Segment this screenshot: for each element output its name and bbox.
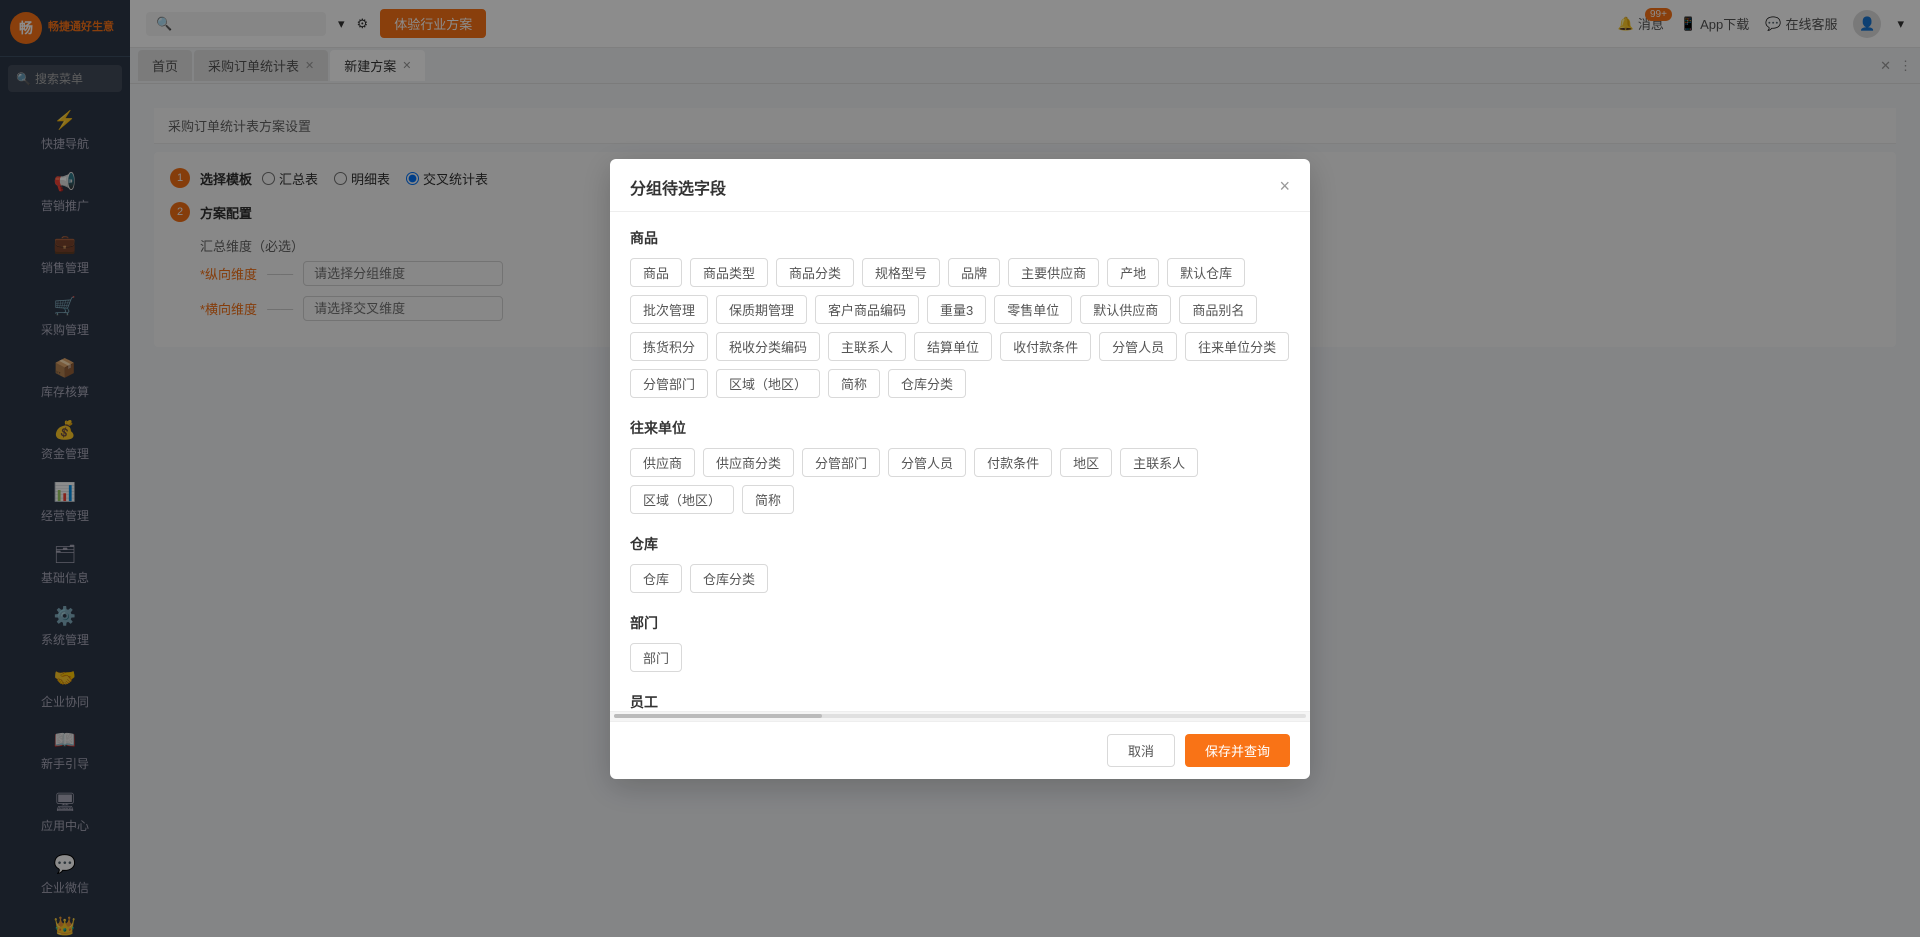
dialog-footer: 取消 保存并查询	[610, 721, 1310, 779]
section-title-employee: 员工	[630, 692, 1290, 712]
field-tag-product-14[interactable]: 商品别名	[1179, 295, 1257, 324]
section-title-department: 部门	[630, 613, 1290, 633]
field-tag-partner-6[interactable]: 主联系人	[1120, 448, 1198, 477]
field-tag-partner-4[interactable]: 付款条件	[974, 448, 1052, 477]
section-title-product: 商品	[630, 228, 1290, 248]
field-tags-department: 部门	[630, 643, 1290, 672]
field-tag-department-0[interactable]: 部门	[630, 643, 682, 672]
dialog-overlay: 分组待选字段 × 商品商品商品类型商品分类规格型号品牌主要供应商产地默认仓库批次…	[0, 0, 1920, 937]
field-tag-product-1[interactable]: 商品类型	[690, 258, 768, 287]
field-tag-product-15[interactable]: 拣货积分	[630, 332, 708, 361]
field-tag-product-7[interactable]: 默认仓库	[1167, 258, 1245, 287]
field-tag-product-17[interactable]: 主联系人	[828, 332, 906, 361]
field-tag-partner-1[interactable]: 供应商分类	[703, 448, 794, 477]
dialog-body: 商品商品商品类型商品分类规格型号品牌主要供应商产地默认仓库批次管理保质期管理客户…	[610, 212, 1310, 712]
field-tag-partner-5[interactable]: 地区	[1060, 448, 1112, 477]
field-tag-partner-2[interactable]: 分管部门	[802, 448, 880, 477]
field-section-warehouse: 仓库仓库仓库分类	[630, 534, 1290, 593]
field-tag-product-10[interactable]: 客户商品编码	[815, 295, 919, 324]
field-tag-partner-0[interactable]: 供应商	[630, 448, 695, 477]
field-tag-product-5[interactable]: 主要供应商	[1008, 258, 1099, 287]
field-tag-partner-3[interactable]: 分管人员	[888, 448, 966, 477]
field-tag-partner-7[interactable]: 区域（地区）	[630, 485, 734, 514]
field-tag-product-20[interactable]: 分管人员	[1099, 332, 1177, 361]
section-title-warehouse: 仓库	[630, 534, 1290, 554]
field-tag-product-13[interactable]: 默认供应商	[1080, 295, 1171, 324]
field-tags-partner: 供应商供应商分类分管部门分管人员付款条件地区主联系人区域（地区） 简称	[630, 448, 1290, 514]
field-tag-product-9[interactable]: 保质期管理	[716, 295, 807, 324]
field-tag-warehouse-0[interactable]: 仓库	[630, 564, 682, 593]
field-select-dialog: 分组待选字段 × 商品商品商品类型商品分类规格型号品牌主要供应商产地默认仓库批次…	[610, 159, 1310, 779]
field-tag-product-24[interactable]: 简称	[828, 369, 880, 398]
hscroll-track	[614, 714, 1306, 718]
confirm-button[interactable]: 保存并查询	[1185, 734, 1290, 767]
field-tag-product-6[interactable]: 产地	[1107, 258, 1159, 287]
field-tag-product-22[interactable]: 分管部门	[630, 369, 708, 398]
dialog-horizontal-scrollbar[interactable]	[610, 711, 1310, 720]
field-tag-product-0[interactable]: 商品	[630, 258, 682, 287]
field-tag-warehouse-1[interactable]: 仓库分类	[690, 564, 768, 593]
field-tag-partner-8[interactable]: 简称	[742, 485, 794, 514]
dialog-header: 分组待选字段 ×	[610, 159, 1310, 212]
field-tags-product: 商品商品类型商品分类规格型号品牌主要供应商产地默认仓库批次管理保质期管理客户商品…	[630, 258, 1290, 398]
field-section-product: 商品商品商品类型商品分类规格型号品牌主要供应商产地默认仓库批次管理保质期管理客户…	[630, 228, 1290, 398]
dialog-close-button[interactable]: ×	[1279, 176, 1290, 197]
field-tag-product-21[interactable]: 往来单位分类	[1185, 332, 1289, 361]
field-tag-product-8[interactable]: 批次管理	[630, 295, 708, 324]
field-tag-product-4[interactable]: 品牌	[948, 258, 1000, 287]
dialog-title: 分组待选字段	[630, 175, 726, 199]
field-section-department: 部门部门	[630, 613, 1290, 672]
field-tag-product-25[interactable]: 仓库分类	[888, 369, 966, 398]
field-tag-product-16[interactable]: 税收分类编码	[716, 332, 820, 361]
section-title-partner: 往来单位	[630, 418, 1290, 438]
field-tag-product-23[interactable]: 区域（地区）	[716, 369, 820, 398]
field-section-partner: 往来单位供应商供应商分类分管部门分管人员付款条件地区主联系人区域（地区） 简称	[630, 418, 1290, 514]
field-tag-product-11[interactable]: 重量3	[927, 295, 986, 324]
field-tag-product-19[interactable]: 收付款条件	[1000, 332, 1091, 361]
field-tag-product-3[interactable]: 规格型号	[862, 258, 940, 287]
hscroll-thumb	[614, 714, 822, 718]
field-tag-product-18[interactable]: 结算单位	[914, 332, 992, 361]
field-tags-warehouse: 仓库仓库分类	[630, 564, 1290, 593]
field-tag-product-12[interactable]: 零售单位	[994, 295, 1072, 324]
cancel-button[interactable]: 取消	[1107, 734, 1175, 767]
field-tag-product-2[interactable]: 商品分类	[776, 258, 854, 287]
field-section-employee: 员工业务员	[630, 692, 1290, 712]
